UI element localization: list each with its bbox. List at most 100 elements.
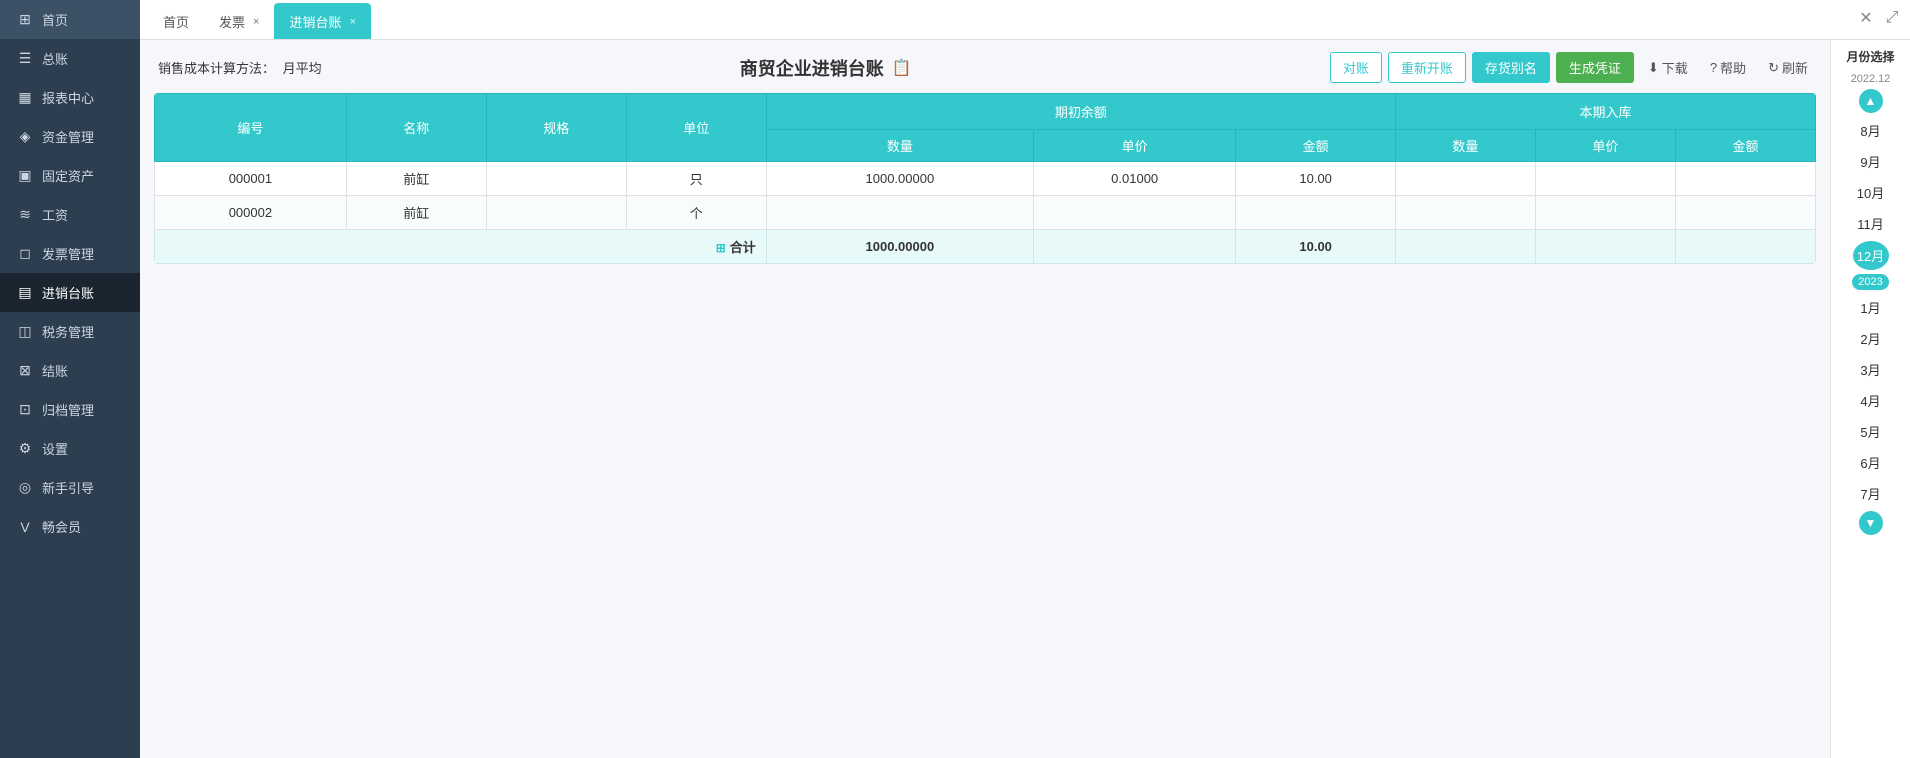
sidebar-item-closing[interactable]: ⊠ 结账 [0, 351, 140, 390]
month-item-2023-1[interactable]: 1月 [1846, 293, 1896, 322]
generate-voucher-button[interactable]: 生成凭证 [1556, 52, 1634, 83]
year-2023-tag: 2023 [1852, 274, 1888, 290]
maximize-button[interactable]: ⤢ [1882, 8, 1902, 28]
tab-bar: 首页 发票 × 进销台账 × [140, 0, 1910, 40]
sidebar-item-label: 首页 [42, 10, 68, 29]
sidebar-item-label: 工资 [42, 205, 68, 224]
total-icon: ⊞ [716, 241, 726, 255]
col-spec: 规格 [486, 94, 626, 162]
col-group-current-in: 本期入库 [1395, 94, 1815, 130]
sidebar-item-label: 新手引导 [42, 478, 94, 497]
month-item-11[interactable]: 11月 [1846, 209, 1896, 238]
settings-icon: ⚙ [16, 440, 34, 457]
sidebar-item-inventory[interactable]: ▤ 进销台账 [0, 273, 140, 312]
tab-invoice-label: 发票 [219, 12, 245, 31]
sidebar-item-label: 固定资产 [42, 166, 94, 185]
refresh-button[interactable]: ↻ 刷新 [1760, 53, 1816, 82]
month-item-2023-3[interactable]: 3月 [1846, 355, 1896, 384]
col-in-amount: 金额 [1675, 130, 1815, 162]
cell-in-amount [1675, 196, 1815, 230]
reopen-button[interactable]: 重新开账 [1388, 52, 1466, 83]
sidebar-item-reports[interactable]: ▦ 报表中心 [0, 78, 140, 117]
tab-inventory[interactable]: 进销台账 × [274, 3, 370, 39]
cell-unit: 只 [626, 162, 766, 196]
tab-invoice[interactable]: 发票 × [204, 3, 274, 39]
help-button[interactable]: ? 帮助 [1702, 53, 1754, 82]
sidebar-item-label: 总账 [42, 49, 68, 68]
total-label: ⊞合计 [155, 230, 767, 264]
close-button[interactable]: ✕ [1856, 8, 1876, 28]
month-item-9[interactable]: 9月 [1846, 147, 1896, 176]
assets-icon: ▣ [16, 167, 34, 184]
month-scroll-up[interactable]: ▲ [1859, 89, 1883, 113]
total-in-qty [1395, 230, 1535, 264]
help-label: 帮助 [1720, 58, 1746, 77]
sidebar-item-fund-mgmt[interactable]: ◈ 资金管理 [0, 117, 140, 156]
sidebar-item-home[interactable]: ⊞ 首页 [0, 0, 140, 39]
cell-in-qty [1395, 196, 1535, 230]
save-alias-button[interactable]: 存货别名 [1472, 52, 1550, 83]
cell-unit: 个 [626, 196, 766, 230]
col-in-price: 单价 [1535, 130, 1675, 162]
cost-method: 销售成本计算方法： 月平均 [154, 58, 322, 77]
main-area: 首页 发票 × 进销台账 × 销售成本计算方法： 月平均 商贸企业进销台账 📋 [140, 0, 1910, 758]
sidebar-item-general-ledger[interactable]: ☰ 总账 [0, 39, 140, 78]
cost-method-value: 月平均 [283, 61, 322, 76]
vip-icon: V [16, 519, 34, 535]
table-total-row: ⊞合计 1000.00000 10.00 [155, 230, 1816, 264]
cell-code: 000001 [155, 162, 347, 196]
month-item-2023-2[interactable]: 2月 [1846, 324, 1896, 353]
month-item-12[interactable]: 12月 [1853, 241, 1889, 270]
reports-icon: ▦ [16, 89, 34, 106]
month-item-8[interactable]: 8月 [1846, 116, 1896, 145]
invoice-icon: ◻ [16, 245, 34, 262]
tax-icon: ◫ [16, 323, 34, 340]
sidebar-item-label: 设置 [42, 439, 68, 458]
col-name: 名称 [346, 94, 486, 162]
sidebar-item-archive[interactable]: ⊡ 归档管理 [0, 390, 140, 429]
cell-spec [486, 196, 626, 230]
month-item-10[interactable]: 10月 [1846, 178, 1896, 207]
cell-ob-price: 0.01000 [1033, 162, 1236, 196]
col-ob-qty: 数量 [766, 130, 1033, 162]
sidebar-item-tax-mgmt[interactable]: ◫ 税务管理 [0, 312, 140, 351]
sidebar-item-guide[interactable]: ◎ 新手引导 [0, 468, 140, 507]
month-item-2023-4[interactable]: 4月 [1846, 386, 1896, 415]
cell-ob-amount [1236, 196, 1395, 230]
download-button[interactable]: ⬇ 下载 [1640, 53, 1696, 82]
tab-inventory-close[interactable]: × [349, 16, 355, 28]
tab-invoice-close[interactable]: × [253, 16, 259, 28]
current-year-label: 2022.12 [1851, 73, 1891, 85]
reconcile-button[interactable]: 对账 [1330, 52, 1382, 83]
toolbar: 对账 重新开账 存货别名 生成凭证 ⬇ 下载 ? 帮助 ↻ 刷新 [1330, 52, 1816, 83]
refresh-icon: ↻ [1768, 60, 1779, 76]
sidebar-item-invoice-mgmt[interactable]: ◻ 发票管理 [0, 234, 140, 273]
month-item-2023-7[interactable]: 7月 [1846, 479, 1896, 508]
cell-name: 前缸 [346, 162, 486, 196]
archive-icon: ⊡ [16, 401, 34, 418]
cell-ob-qty [766, 196, 1033, 230]
inventory-table-container: 编号 名称 规格 单位 期初余额 本期入库 数量 单价 金额 数量 [154, 93, 1816, 264]
info-icon[interactable]: 📋 [892, 58, 912, 78]
refresh-label: 刷新 [1782, 58, 1808, 77]
tab-home[interactable]: 首页 [148, 3, 204, 39]
total-in-price [1535, 230, 1675, 264]
download-icon: ⬇ [1648, 60, 1659, 76]
month-scroll-down[interactable]: ▼ [1859, 511, 1883, 535]
total-in-amount [1675, 230, 1815, 264]
cell-spec [486, 162, 626, 196]
cost-method-label: 销售成本计算方法： [158, 61, 275, 76]
cell-ob-amount: 10.00 [1236, 162, 1395, 196]
sidebar-item-fixed-assets[interactable]: ▣ 固定资产 [0, 156, 140, 195]
guide-icon: ◎ [16, 479, 34, 496]
cell-in-price [1535, 162, 1675, 196]
sidebar-item-vip[interactable]: V 畅会员 [0, 507, 140, 546]
total-ob-qty: 1000.00000 [766, 230, 1033, 264]
month-item-2023-6[interactable]: 6月 [1846, 448, 1896, 477]
cell-ob-price [1033, 196, 1236, 230]
sidebar-item-settings[interactable]: ⚙ 设置 [0, 429, 140, 468]
total-ob-price [1033, 230, 1236, 264]
sidebar-item-label: 结账 [42, 361, 68, 380]
sidebar-item-payroll[interactable]: ≋ 工资 [0, 195, 140, 234]
month-item-2023-5[interactable]: 5月 [1846, 417, 1896, 446]
